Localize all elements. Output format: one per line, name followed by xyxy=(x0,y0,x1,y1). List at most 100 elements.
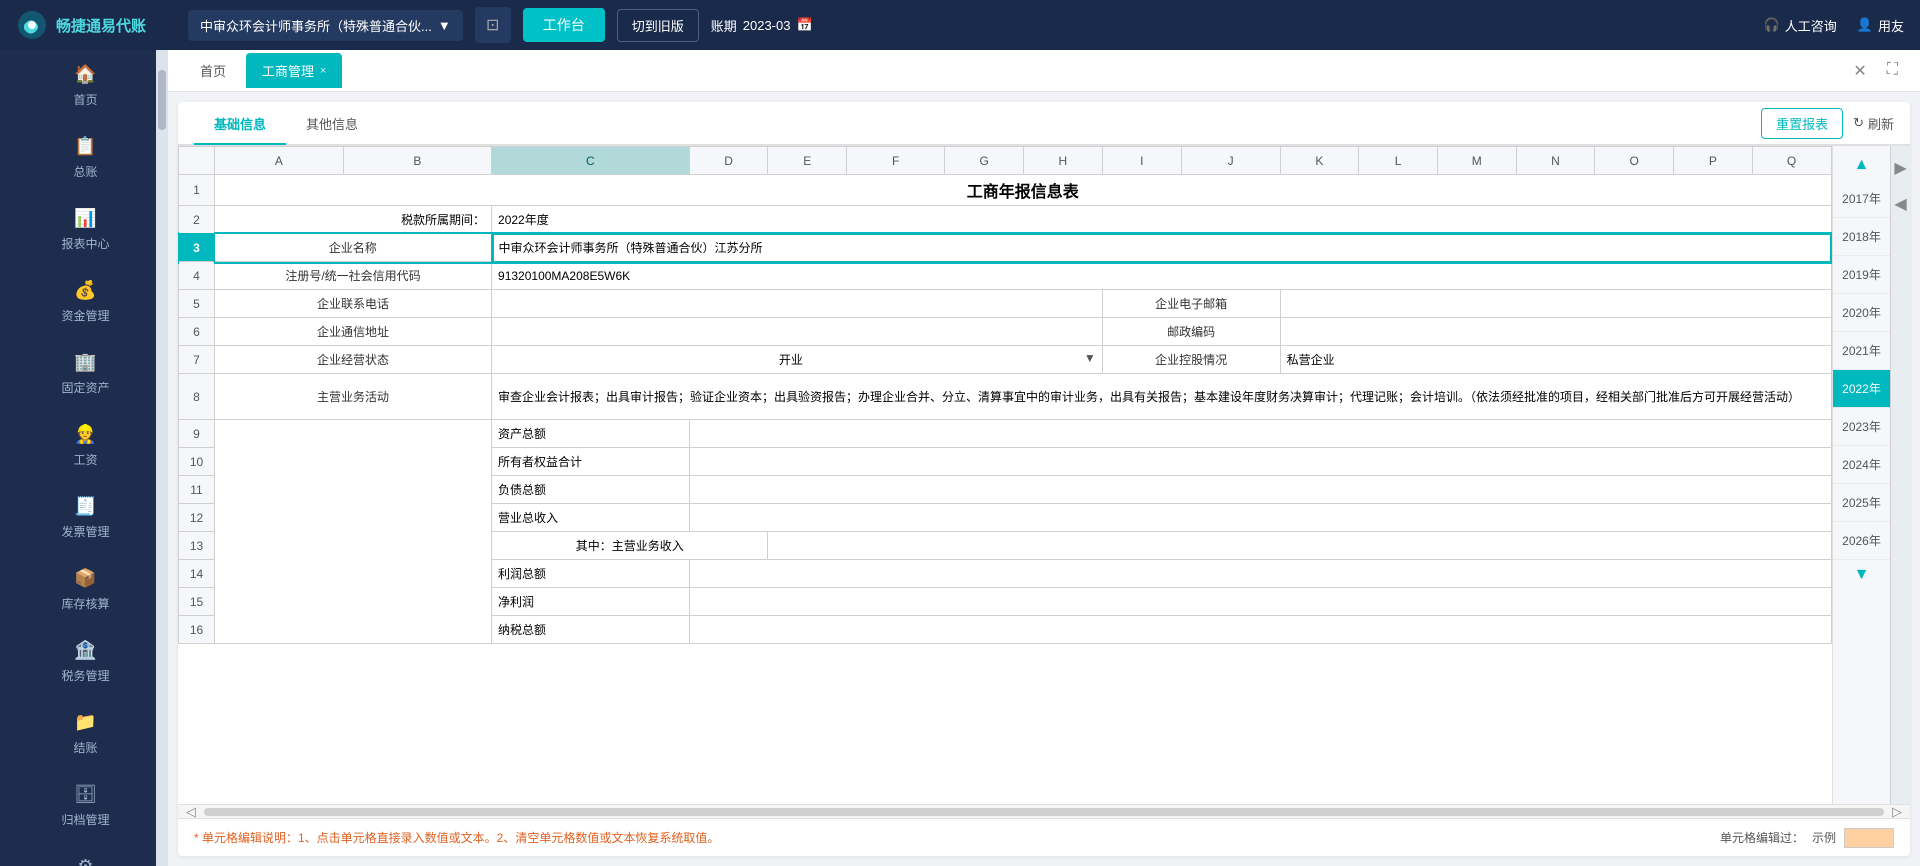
row-num-8: 8 xyxy=(179,374,215,420)
bottom-bar: * 单元格编辑说明：1、点击单元格直接录入数值或文本。2、清空单元格数值或文本恢… xyxy=(178,818,1910,856)
col-header-N[interactable]: N xyxy=(1516,147,1595,175)
calendar-icon[interactable]: 📅 xyxy=(796,17,812,33)
sidebar-item-archive[interactable]: 🗄 归档管理 xyxy=(0,770,168,842)
tab-business-mgmt[interactable]: 工商管理 × xyxy=(246,53,342,88)
cell-8-value[interactable]: 审查企业会计报表；出具审计报告；验证企业资本；出具验资报告；办理企业合并、分立、… xyxy=(492,374,1831,420)
cell-10-value[interactable] xyxy=(689,448,1831,476)
sidebar-item-tax[interactable]: 🏦 税务管理 xyxy=(0,626,168,698)
refresh-label: 刷新 xyxy=(1868,114,1894,133)
cell-3-value[interactable]: 中审众环会计师事务所（特殊普通合伙）江苏分所 xyxy=(492,234,1831,262)
cell-5-value[interactable] xyxy=(492,290,1103,318)
cell-16-value[interactable] xyxy=(689,616,1831,644)
col-header-O[interactable]: O xyxy=(1595,147,1674,175)
cell-6-right-value[interactable] xyxy=(1280,318,1831,346)
col-header-A[interactable]: A xyxy=(215,147,344,175)
col-header-J[interactable]: J xyxy=(1181,147,1280,175)
cell-10-label: 所有者权益合计 xyxy=(492,448,690,476)
row-num-4: 4 xyxy=(179,262,215,290)
row-num-3: 3 xyxy=(179,234,215,262)
tab-other-info[interactable]: 其他信息 xyxy=(286,104,378,145)
closing-icon: 📁 xyxy=(74,712,96,733)
sidebar-item-funds[interactable]: 💰 资金管理 xyxy=(0,266,168,338)
year-item-2023[interactable]: 2023年 xyxy=(1833,408,1890,446)
col-header-C[interactable]: C xyxy=(492,147,690,175)
tab-basic-info[interactable]: 基础信息 xyxy=(194,104,286,145)
cell-5-label: 企业联系电话 xyxy=(215,290,492,318)
year-item-2021[interactable]: 2021年 xyxy=(1833,332,1890,370)
col-header-F[interactable]: F xyxy=(847,147,945,175)
col-header-I[interactable]: I xyxy=(1102,147,1181,175)
bottom-hint: * 单元格编辑说明：1、点击单元格直接录入数值或文本。2、清空单元格数值或文本恢… xyxy=(194,829,719,846)
cell-7-value[interactable]: 开业 ▼ xyxy=(492,346,1103,374)
cell-14-value[interactable] xyxy=(689,560,1831,588)
col-header-K[interactable]: K xyxy=(1280,147,1359,175)
window-close-button[interactable]: ✕ xyxy=(1847,57,1872,85)
refresh-button[interactable]: ↻ 刷新 xyxy=(1853,114,1894,133)
sidebar-item-settings[interactable]: ⚙ 设置 xyxy=(0,842,168,866)
collapse-right-button[interactable]: ▶ xyxy=(1890,154,1910,182)
sidebar-item-salary[interactable]: 👷 工资 xyxy=(0,410,168,482)
year-item-2020[interactable]: 2020年 xyxy=(1833,294,1890,332)
reset-report-button[interactable]: 重置报表 xyxy=(1761,108,1843,139)
sidebar-item-inventory[interactable]: 📦 库存核算 xyxy=(0,554,168,626)
assets-icon: 🏢 xyxy=(74,352,96,373)
content-area: 首页 工商管理 × ✕ ⛶ 基础信息 其他信息 重置报表 xyxy=(168,50,1920,866)
sidebar-item-home[interactable]: 🏠 首页 xyxy=(0,50,168,122)
cell-5-right-label: 企业电子邮箱 xyxy=(1102,290,1280,318)
sidebar-item-closing[interactable]: 📁 结账 xyxy=(0,698,168,770)
year-item-2026[interactable]: 2026年 xyxy=(1833,522,1890,560)
col-header-Q[interactable]: Q xyxy=(1752,147,1831,175)
cell-4-value[interactable]: 91320100MA208E5W6K xyxy=(492,262,1831,290)
year-item-2022[interactable]: 2022年 xyxy=(1833,370,1890,408)
cell-9-value[interactable] xyxy=(689,420,1831,448)
col-header-E[interactable]: E xyxy=(768,147,847,175)
cell-15-value[interactable] xyxy=(689,588,1831,616)
col-header-B[interactable]: B xyxy=(343,147,491,175)
sidebar-item-ledger[interactable]: 📋 总账 xyxy=(0,122,168,194)
sidebar-item-invoice[interactable]: 🧾 发票管理 xyxy=(0,482,168,554)
row-num-11: 11 xyxy=(179,476,215,504)
window-maximize-button[interactable]: ⛶ xyxy=(1881,57,1904,85)
spreadsheet-main[interactable]: A B C D E F G H I J xyxy=(178,146,1832,804)
col-header-L[interactable]: L xyxy=(1359,147,1438,175)
company-selector[interactable]: 中审众环会计师事务所（特殊普通合伙... ▼ xyxy=(188,10,463,41)
cell-11-value[interactable] xyxy=(689,476,1831,504)
col-header-D[interactable]: D xyxy=(689,147,768,175)
settings-icon: ⚙ xyxy=(77,856,93,866)
horizontal-scroll-thumb[interactable] xyxy=(204,808,1884,816)
cell-6-value[interactable] xyxy=(492,318,1103,346)
sidebar-item-assets[interactable]: 🏢 固定资产 xyxy=(0,338,168,410)
year-nav-down[interactable]: ▼ xyxy=(1833,560,1890,590)
row-num-9: 9 xyxy=(179,420,215,448)
sidebar-item-reports[interactable]: 📊 报表中心 xyxy=(0,194,168,266)
cell-13-value[interactable] xyxy=(768,532,1831,560)
col-header-H[interactable]: H xyxy=(1024,147,1103,175)
tab-close-button[interactable]: × xyxy=(320,65,326,77)
horizontal-scrollbar[interactable]: ◁ ▷ xyxy=(178,804,1910,818)
tab-home[interactable]: 首页 xyxy=(184,53,242,88)
year-item-2019[interactable]: 2019年 xyxy=(1833,256,1890,294)
table-row: 6 企业通信地址 邮政编码 xyxy=(179,318,1832,346)
col-header-P[interactable]: P xyxy=(1674,147,1753,175)
cell-1-title[interactable]: 工商年报信息表 xyxy=(215,175,1832,206)
year-nav-up[interactable]: ▲ xyxy=(1833,150,1890,180)
year-item-2018[interactable]: 2018年 xyxy=(1833,218,1890,256)
table-row: 4 注册号/统一社会信用代码 91320100MA208E5W6K xyxy=(179,262,1832,290)
expand-right-button[interactable]: ◀ xyxy=(1890,190,1910,218)
year-item-2017[interactable]: 2017年 xyxy=(1833,180,1890,218)
sidebar-label-invoice: 发票管理 xyxy=(61,523,109,540)
cell-5-right-value[interactable] xyxy=(1280,290,1831,318)
year-item-2025[interactable]: 2025年 xyxy=(1833,484,1890,522)
user-area[interactable]: 👤 用友 xyxy=(1857,16,1904,35)
workbench-button[interactable]: 工作台 xyxy=(523,8,605,42)
col-header-G[interactable]: G xyxy=(945,147,1024,175)
cell-2-value[interactable]: 2022年度 xyxy=(492,206,1831,234)
copy-icon[interactable]: ⊡ xyxy=(475,7,511,43)
cell-12-value[interactable] xyxy=(689,504,1831,532)
old-version-button[interactable]: 切到旧版 xyxy=(617,9,699,42)
year-item-2024[interactable]: 2024年 xyxy=(1833,446,1890,484)
cell-7-right-value[interactable]: 私营企业 xyxy=(1280,346,1831,374)
col-header-M[interactable]: M xyxy=(1437,147,1516,175)
support-button[interactable]: 🎧 人工咨询 xyxy=(1764,16,1837,35)
chevron-down-icon: ▼ xyxy=(438,18,451,33)
